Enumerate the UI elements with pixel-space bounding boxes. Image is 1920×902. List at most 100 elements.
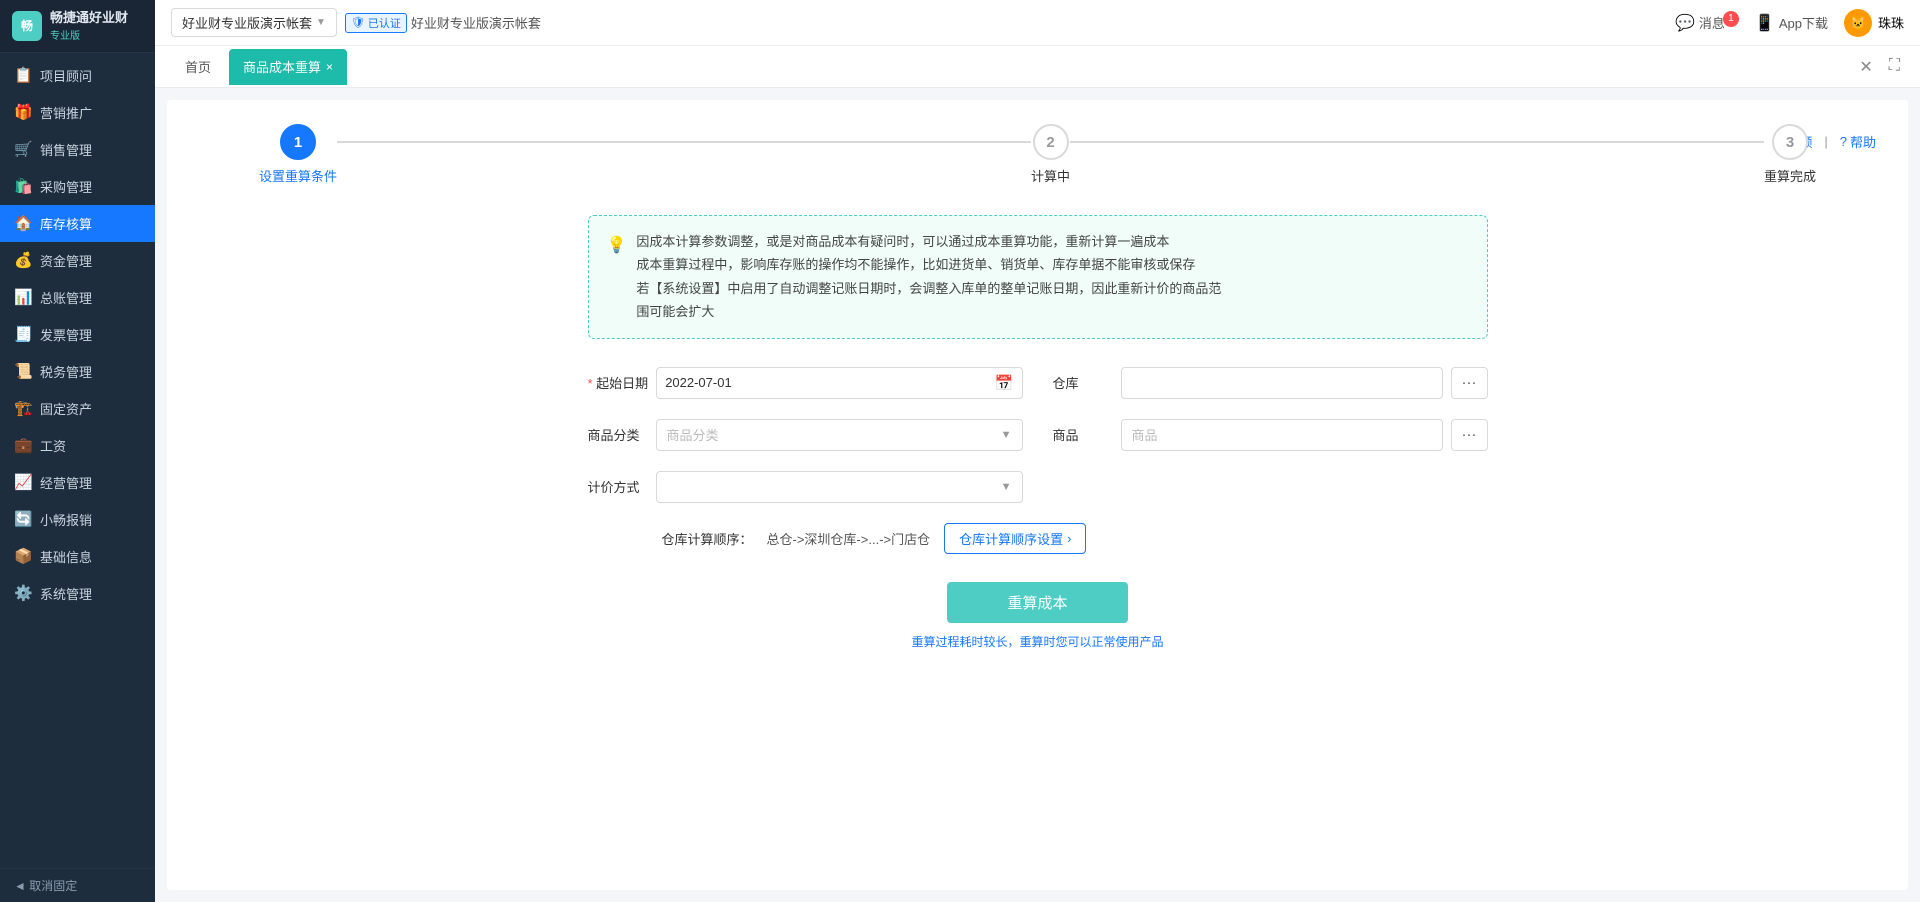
category-chevron-icon: ▼	[1001, 429, 1012, 441]
sidebar-item-label: 系统管理	[40, 584, 92, 603]
step-3-label: 重算完成	[1764, 166, 1816, 185]
warehouse-order-value: 总仓->深圳仓库->...->门店仓	[767, 529, 931, 548]
sidebar-item-label: 项目顾问	[40, 66, 92, 85]
step-3: 3 重算完成	[1764, 124, 1816, 185]
sidebar-item-salary[interactable]: 💼 工资	[0, 427, 155, 464]
sidebar-item-basic[interactable]: 📦 基础信息	[0, 538, 155, 575]
operation-icon: 📈	[14, 473, 32, 491]
sidebar-item-operation[interactable]: 📈 经营管理	[0, 464, 155, 501]
phone-icon: 📱	[1755, 13, 1775, 33]
product-dots-btn[interactable]: ···	[1451, 419, 1488, 451]
sidebar-item-tax[interactable]: 📜 税务管理	[0, 353, 155, 390]
pricing-chevron-icon: ▼	[1001, 481, 1012, 493]
sidebar-footer[interactable]: ◄ 取消固定	[0, 868, 155, 902]
info-box: 💡 因成本计算参数调整，或是对商品成本有疑问时，可以通过成本重算功能，重新计算一…	[588, 215, 1488, 339]
purchase-icon: 🛍️	[14, 177, 32, 195]
sidebar-item-sales[interactable]: 🛒 销售管理	[0, 131, 155, 168]
verified-label: 已认证	[368, 15, 401, 31]
user-name: 珠珠	[1878, 13, 1904, 32]
step-1: 1 设置重算条件	[259, 124, 337, 185]
sidebar-item-label: 发票管理	[40, 325, 92, 344]
step-2: 2 计算中	[1031, 124, 1070, 185]
sidebar-item-label: 工资	[40, 436, 66, 455]
category-placeholder: 商品分类	[667, 425, 719, 444]
sidebar-footer-label: ◄ 取消固定	[14, 877, 77, 894]
category-select[interactable]: 商品分类 ▼	[656, 419, 1023, 451]
help-link[interactable]: ? 帮助	[1840, 132, 1876, 151]
tax-icon: 📜	[14, 362, 32, 380]
expense-icon: 🔄	[14, 510, 32, 528]
sidebar-item-assets[interactable]: 🏗️ 固定资产	[0, 390, 155, 427]
start-date-input[interactable]	[665, 375, 989, 390]
tab-controls: ✕ ⛶	[1855, 55, 1904, 79]
sidebar-item-expense[interactable]: 🔄 小畅报销	[0, 501, 155, 538]
warehouse-dots-btn[interactable]: ···	[1451, 367, 1488, 399]
close-window-icon[interactable]: ✕	[1855, 55, 1876, 79]
verified-badge: 🛡 已认证	[345, 13, 407, 33]
step-2-label: 计算中	[1031, 166, 1070, 185]
tab-cost-recalc[interactable]: 商品成本重算 ×	[229, 49, 347, 85]
sidebar-header: 畅 畅捷通好业财 专业版	[0, 0, 155, 53]
warehouse-input[interactable]	[1121, 367, 1443, 399]
step-3-circle: 3	[1772, 124, 1808, 160]
sidebar-item-label: 小畅报销	[40, 510, 92, 529]
topbar-left: 好业财专业版演示帐套 ▼ 🛡 已认证 好业财专业版演示帐套	[171, 8, 541, 37]
calendar-icon[interactable]: 📅	[995, 374, 1014, 392]
app-download-btn[interactable]: 📱 App下载	[1755, 13, 1828, 33]
sidebar-item-label: 营销推广	[40, 103, 92, 122]
product-field: 商品 商品 ···	[1053, 419, 1488, 451]
account-selector[interactable]: 好业财专业版演示帐套 ▼	[171, 8, 337, 37]
tab-home-label: 首页	[185, 57, 211, 76]
start-date-label: 起始日期	[588, 373, 649, 392]
sidebar-nav: 📋 项目顾问 🎁 营销推广 🛒 销售管理 🛍️ 采购管理 🏠 库存核算 💰 资金…	[0, 53, 155, 868]
recalc-section: 重算成本 重算过程耗时较长，重算时您可以正常使用产品	[588, 582, 1488, 650]
step-line-2	[1070, 141, 1764, 143]
pricing-select[interactable]: ▼	[656, 471, 1023, 503]
sidebar-item-label: 总账管理	[40, 288, 92, 307]
invoice-icon: 🧾	[14, 325, 32, 343]
step-1-label: 设置重算条件	[259, 166, 337, 185]
sidebar-item-label: 销售管理	[40, 140, 92, 159]
sidebar-item-finance[interactable]: 💰 资金管理	[0, 242, 155, 279]
sidebar-item-purchase[interactable]: 🛍️ 采购管理	[0, 168, 155, 205]
message-label: 消息	[1699, 13, 1725, 32]
warehouse-order-settings-btn[interactable]: 仓库计算顺序设置 ›	[944, 523, 1086, 554]
category-label: 商品分类	[588, 425, 648, 444]
expand-window-icon[interactable]: ⛶	[1885, 55, 1904, 79]
warehouse-order-row: 仓库计算顺序： 总仓->深圳仓库->...->门店仓 仓库计算顺序设置 ›	[588, 523, 1488, 554]
sidebar-item-project[interactable]: 📋 项目顾问	[0, 57, 155, 94]
form-row-2: 商品分类 商品分类 ▼ 商品 商品 ···	[588, 419, 1488, 451]
sidebar-item-marketing[interactable]: 🎁 营销推广	[0, 94, 155, 131]
message-btn[interactable]: 💬 消息 1	[1675, 13, 1739, 33]
recalc-btn-label: 重算成本	[1007, 595, 1067, 612]
sidebar-item-inventory[interactable]: 🏠 库存核算	[0, 205, 155, 242]
tabbar: 首页 商品成本重算 × ✕ ⛶	[155, 46, 1920, 88]
sidebar-item-invoice[interactable]: 🧾 发票管理	[0, 316, 155, 353]
sidebar-item-label: 经营管理	[40, 473, 92, 492]
user-info[interactable]: 🐱 珠珠	[1844, 9, 1904, 37]
main-area: 好业财专业版演示帐套 ▼ 🛡 已认证 好业财专业版演示帐套 💬 消息 1 📱 A…	[155, 0, 1920, 902]
product-input[interactable]: 商品	[1121, 419, 1443, 451]
assets-icon: 🏗️	[14, 399, 32, 417]
sidebar-item-system[interactable]: ⚙️ 系统管理	[0, 575, 155, 612]
message-icon: 💬	[1675, 13, 1695, 33]
app-download-label: App下载	[1779, 13, 1828, 32]
sidebar-item-accounting[interactable]: 📊 总账管理	[0, 279, 155, 316]
app-subtitle: 专业版	[50, 27, 128, 42]
sidebar-item-label: 基础信息	[40, 547, 92, 566]
app-title: 畅捷通好业财	[50, 10, 128, 27]
salary-icon: 💼	[14, 436, 32, 454]
step-2-circle: 2	[1033, 124, 1069, 160]
pricing-field: 计价方式 ▼	[588, 471, 1023, 503]
info-box-content: 因成本计算参数调整，或是对商品成本有疑问时，可以通过成本重算功能，重新计算一遍成…	[636, 230, 1221, 324]
tab-home[interactable]: 首页	[171, 49, 225, 85]
start-date-input-wrapper[interactable]: 📅	[656, 367, 1022, 399]
sidebar-item-label: 库存核算	[40, 214, 92, 233]
tab-close-icon[interactable]: ×	[326, 60, 333, 74]
avatar-emoji: 🐱	[1851, 16, 1866, 30]
content-area: 1 设置重算条件 2 计算中 3 重算完成 ▶ 视频 | ?	[167, 100, 1908, 890]
sidebar-item-label: 固定资产	[40, 399, 92, 418]
product-label: 商品	[1053, 425, 1113, 444]
sidebar-item-label: 资金管理	[40, 251, 92, 270]
recalc-button[interactable]: 重算成本	[947, 582, 1127, 623]
